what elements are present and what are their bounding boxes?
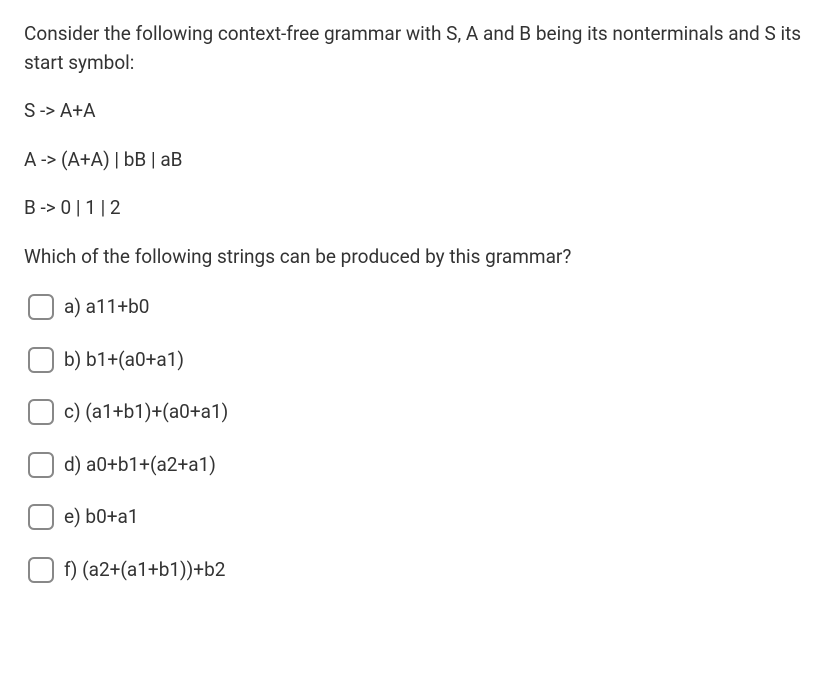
option-label-b: b) b1+(a0+a1) [64, 346, 184, 375]
grammar-rule-a: A -> (A+A) | bB | aB [24, 146, 812, 175]
grammar-rule-s: S -> A+A [24, 97, 812, 126]
option-label-c: c) (a1+b1)+(a0+a1) [64, 398, 228, 427]
option-label-a: a) a11+b0 [64, 293, 149, 322]
option-e: e) b0+a1 [28, 503, 812, 532]
option-d: d) a0+b1+(a2+a1) [28, 451, 812, 480]
option-f: f) (a2+(a1+b1))+b2 [28, 556, 812, 585]
checkbox-f[interactable] [28, 557, 54, 583]
option-c: c) (a1+b1)+(a0+a1) [28, 398, 812, 427]
checkbox-e[interactable] [28, 504, 54, 530]
option-b: b) b1+(a0+a1) [28, 346, 812, 375]
option-label-f: f) (a2+(a1+b1))+b2 [64, 556, 225, 585]
option-label-d: d) a0+b1+(a2+a1) [64, 451, 216, 480]
checkbox-c[interactable] [28, 399, 54, 425]
option-a: a) a11+b0 [28, 293, 812, 322]
option-label-e: e) b0+a1 [64, 503, 139, 532]
sub-question: Which of the following strings can be pr… [24, 243, 812, 272]
checkbox-b[interactable] [28, 347, 54, 373]
grammar-block: S -> A+A A -> (A+A) | bB | aB B -> 0 | 1… [24, 97, 812, 223]
grammar-rule-b: B -> 0 | 1 | 2 [24, 194, 812, 223]
checkbox-d[interactable] [28, 452, 54, 478]
options-list: a) a11+b0 b) b1+(a0+a1) c) (a1+b1)+(a0+a… [24, 293, 812, 584]
question-stem: Consider the following context-free gram… [24, 20, 812, 77]
checkbox-a[interactable] [28, 294, 54, 320]
